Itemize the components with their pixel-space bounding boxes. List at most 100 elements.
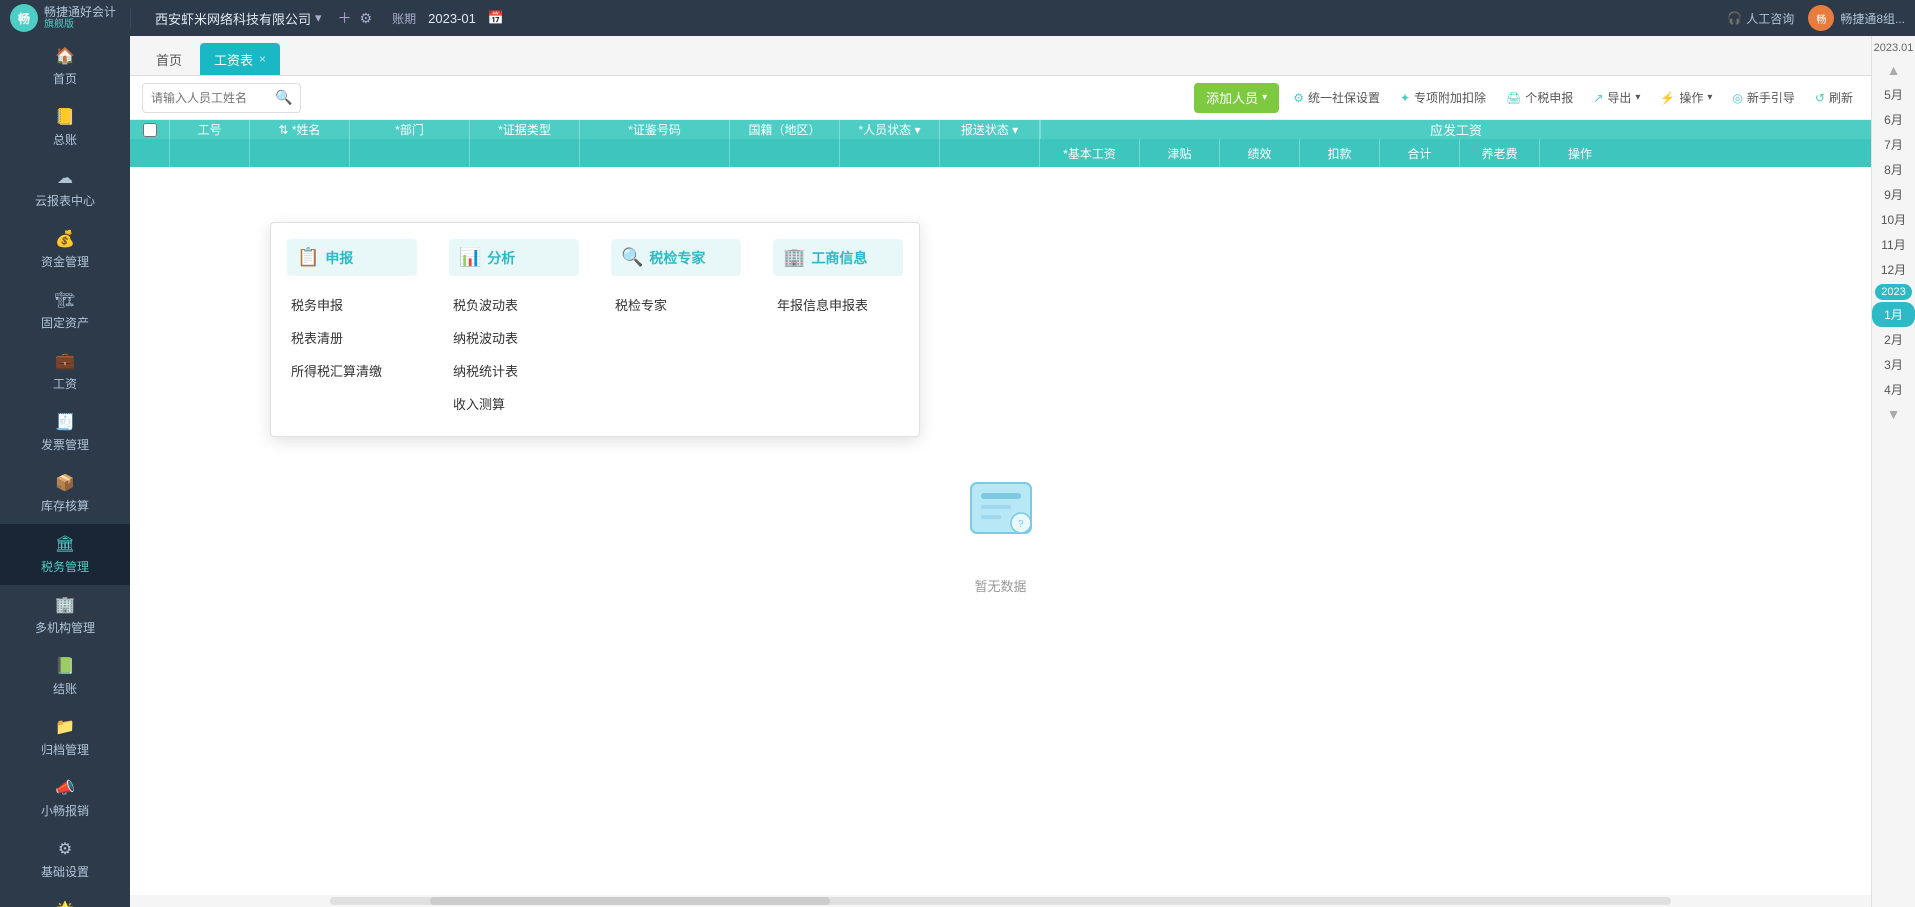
search-icon: 🔍 [275, 89, 292, 106]
dropdown-header-business: 🏢 工商信息 [773, 239, 903, 276]
sidebar-item-ledger[interactable]: 📒 总账 [0, 97, 130, 158]
special-deduct-icon: ✦ [1400, 91, 1410, 105]
user-name: 畅捷通8组... [1840, 10, 1905, 27]
tab-salary[interactable]: 工资表 × [200, 43, 280, 75]
th-report-status: 报送状态 ▾ [940, 120, 1040, 139]
menu-item-tax-stats[interactable]: 纳税统计表 [449, 354, 579, 387]
special-deduct-btn[interactable]: ✦ 专项附加扣除 [1394, 89, 1492, 106]
sidebar-item-multi-org[interactable]: 🏢 多机构管理 [0, 585, 130, 646]
tax-filing-btn[interactable]: 🖨 个税申报 [1500, 89, 1579, 106]
tab-salary-label: 工资表 [214, 50, 253, 69]
empty-text: 暂无数据 [974, 576, 1026, 595]
sidebar-label-fund: 资金管理 [41, 253, 89, 270]
sidebar-item-fund[interactable]: 💰 资金管理 [0, 219, 130, 280]
sidebar-item-inventory[interactable]: 📦 库存核算 [0, 463, 130, 524]
report-icon: 📣 [55, 778, 75, 798]
tab-home[interactable]: 首页 [142, 43, 196, 75]
declaration-icon: 📋 [297, 247, 319, 268]
menu-item-annual-report[interactable]: 年报信息申报表 [773, 288, 903, 321]
operations-btn[interactable]: ⚡ 操作 ▾ [1654, 89, 1718, 106]
timeline-month-2[interactable]: 2月 [1872, 327, 1915, 352]
toolbar: 🔍 添加人员 ▾ ⚙ 统一社保设置 ✦ 专项附加扣除 [130, 76, 1871, 120]
app-name: 畅捷通好会计 [44, 5, 116, 19]
company-selector[interactable]: 西安虾米网络科技有限公司 ▾ [155, 9, 322, 28]
menu-item-tax-filing[interactable]: 税务申报 [287, 288, 417, 321]
timeline-month-5[interactable]: 5月 [1872, 82, 1915, 107]
timeline-month-8[interactable]: 8月 [1872, 157, 1915, 182]
refresh-btn[interactable]: ↺ 刷新 [1809, 89, 1859, 106]
timeline-down-btn[interactable]: ▼ [1883, 402, 1905, 426]
base-settings-icon: ⚙ [58, 839, 72, 859]
ai-service-btn[interactable]: 🎧 人工咨询 [1727, 10, 1794, 27]
search-input-wrap[interactable]: 🔍 [142, 83, 301, 113]
add-person-button[interactable]: 添加人员 ▾ [1194, 83, 1279, 113]
invoice-icon: 🧾 [55, 412, 75, 432]
sidebar-label-archive: 归档管理 [41, 741, 89, 758]
timeline-month-7[interactable]: 7月 [1872, 132, 1915, 157]
menu-item-income-tax[interactable]: 所得税汇算清缴 [287, 354, 417, 387]
table-header-row1: 工号 ⇅ *姓名 *部门 *证据类型 *证鉴号码 国籍（地区） *人员状态 ▾ … [130, 120, 1871, 139]
salary-icon: 💼 [55, 351, 75, 371]
timeline-month-9[interactable]: 9月 [1872, 182, 1915, 207]
user-avatar: 畅 [1808, 5, 1834, 31]
add-dropdown-icon: ▾ [1262, 92, 1267, 103]
select-all-checkbox[interactable] [143, 123, 157, 137]
scroll-track[interactable] [330, 897, 1671, 905]
th-name: ⇅ *姓名 [250, 120, 350, 139]
dropdown-col-declaration: 📋 申报 税务申报 税表清册 所得税汇算清缴 [271, 223, 433, 436]
timeline-month-4[interactable]: 4月 [1872, 377, 1915, 402]
sidebar-item-report[interactable]: 📣 小畅报销 [0, 768, 130, 829]
sidebar-item-cloud[interactable]: ☁ 云报表中心 [0, 158, 130, 219]
sidebar-label-assets: 固定资产 [41, 314, 89, 331]
menu-item-tax-table[interactable]: 税表清册 [287, 321, 417, 354]
timeline-month-3[interactable]: 3月 [1872, 352, 1915, 377]
timeline-month-1[interactable]: 1月 [1872, 302, 1915, 327]
social-insurance-btn[interactable]: ⚙ 统一社保设置 [1287, 89, 1386, 106]
sidebar-item-new-guide[interactable]: 🌟 新手引导 [0, 890, 130, 907]
export-btn[interactable]: ↗ 导出 ▾ [1587, 89, 1646, 106]
company-dropdown-icon[interactable]: ▾ [315, 10, 322, 26]
tab-close-icon[interactable]: × [259, 52, 266, 66]
menu-item-tax-burden[interactable]: 税负波动表 [449, 288, 579, 321]
scrollbar-area[interactable] [130, 895, 1871, 907]
dropdown-header-expert: 🔍 税检专家 [611, 239, 741, 276]
calendar-icon[interactable]: 📅 [488, 10, 504, 26]
tab-home-label: 首页 [156, 50, 182, 69]
menu-item-tax-change[interactable]: 纳税波动表 [449, 321, 579, 354]
expert-title: 税检专家 [649, 248, 705, 268]
th-checkbox[interactable] [130, 120, 170, 139]
sidebar-label-report: 小畅报销 [41, 802, 89, 819]
sidebar-item-home[interactable]: 🏠 首页 [0, 36, 130, 97]
operations-dropdown-icon: ▾ [1707, 92, 1712, 103]
scroll-thumb[interactable] [430, 897, 830, 905]
sidebar-label-inventory: 库存核算 [41, 497, 89, 514]
menu-item-expert[interactable]: 税检专家 [611, 288, 741, 321]
company-name: 西安虾米网络科技有限公司 [155, 9, 311, 28]
timeline-up-btn[interactable]: ▲ [1883, 58, 1905, 82]
sidebar-item-salary[interactable]: 💼 工资 [0, 341, 130, 402]
multi-org-icon: 🏢 [55, 595, 75, 615]
timeline-month-12[interactable]: 12月 [1872, 257, 1915, 282]
settings-icon[interactable]: ⚙ [360, 10, 373, 27]
logo-area: 畅 畅捷通好会计 旗舰版 [10, 4, 116, 32]
sidebar-item-assets[interactable]: 🏗 固定资产 [0, 280, 130, 341]
sidebar-item-close[interactable]: 📗 结账 [0, 646, 130, 707]
sidebar-item-base-settings[interactable]: ⚙ 基础设置 [0, 829, 130, 890]
dropdown-header-analysis: 📊 分析 [449, 239, 579, 276]
sidebar-item-archive[interactable]: 📁 归档管理 [0, 707, 130, 768]
user-area[interactable]: 畅 畅捷通8组... [1808, 5, 1905, 31]
timeline-month-11[interactable]: 11月 [1872, 232, 1915, 257]
th-deduction: 扣款 [1300, 139, 1380, 167]
sidebar-item-invoice[interactable]: 🧾 发票管理 [0, 402, 130, 463]
menu-item-income-forecast[interactable]: 收入测算 [449, 387, 579, 420]
tab-bar: 首页 工资表 × [130, 36, 1871, 76]
newguide-btn[interactable]: ◎ 新手引导 [1726, 89, 1801, 106]
timeline-month-6[interactable]: 6月 [1872, 107, 1915, 132]
search-input[interactable] [151, 91, 271, 105]
table-header-row2: *基本工资 津贴 绩效 扣款 合计 养老费 操作 [130, 139, 1871, 167]
logo-icon: 畅 [10, 4, 38, 32]
timeline-month-10[interactable]: 10月 [1872, 207, 1915, 232]
operations-icon: ⚡ [1660, 91, 1675, 105]
add-icon[interactable]: ＋ [338, 8, 352, 28]
sidebar-item-tax[interactable]: 🏛 税务管理 [0, 524, 130, 585]
